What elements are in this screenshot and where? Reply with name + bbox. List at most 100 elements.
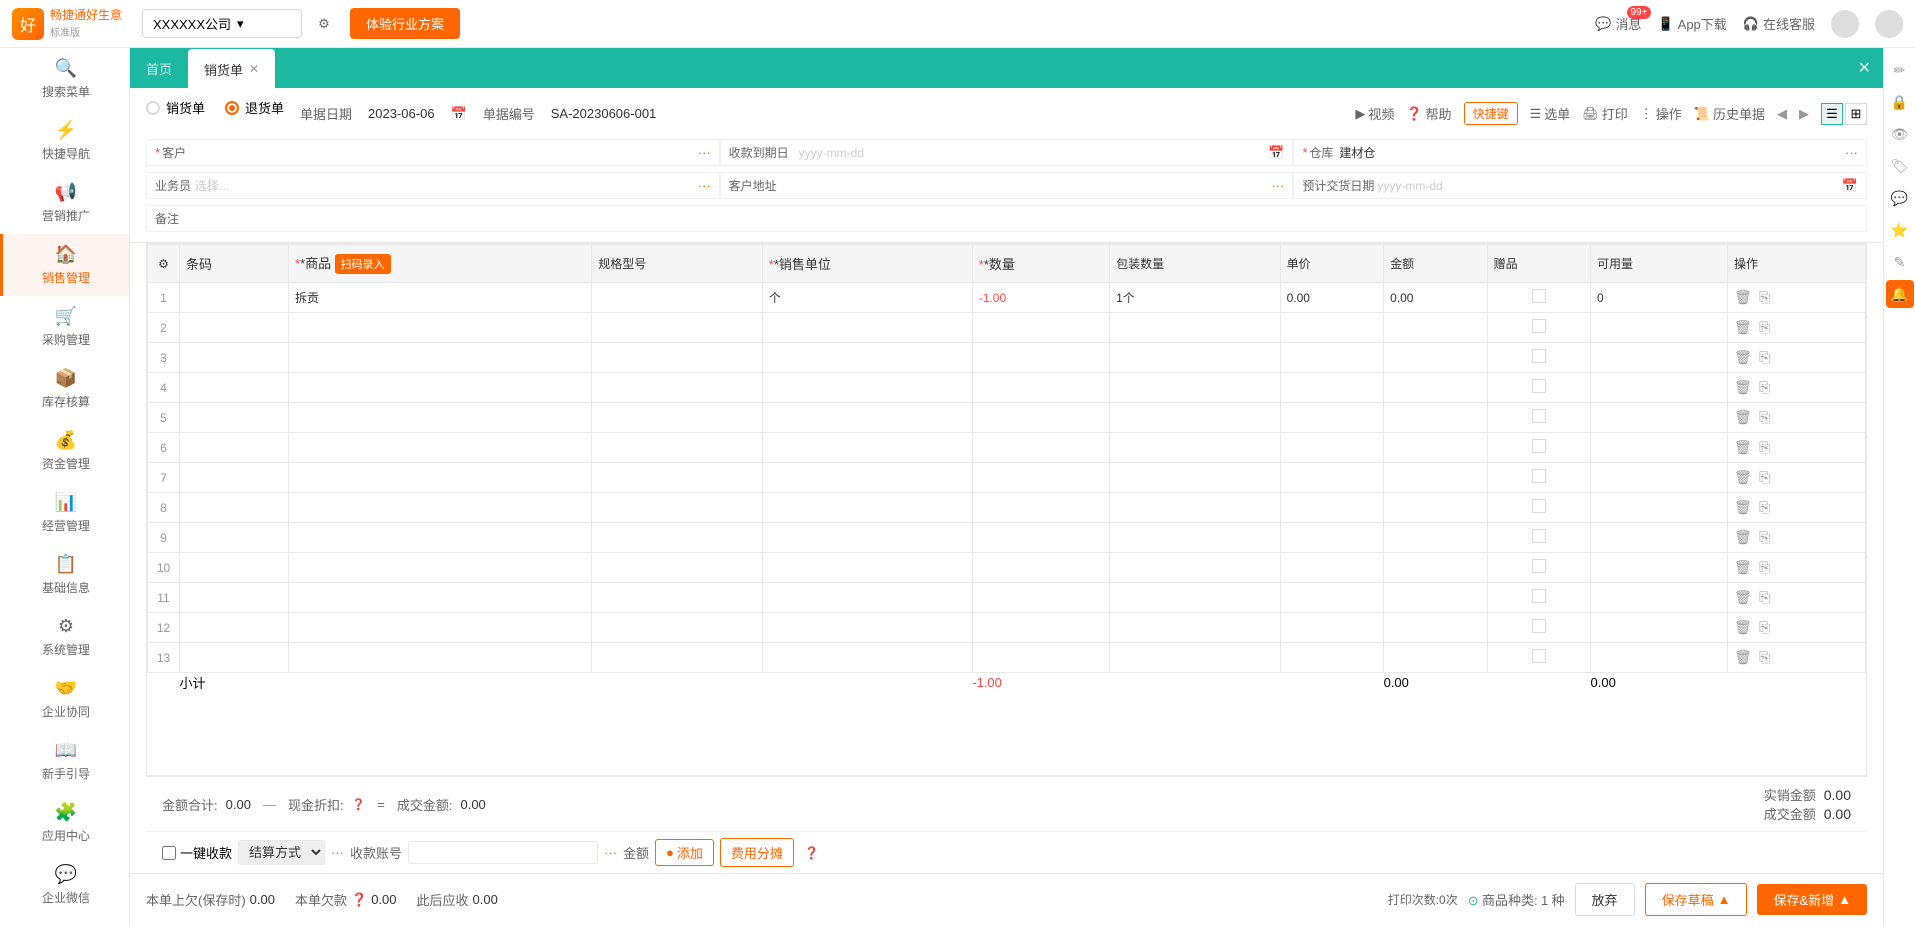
cell-quantity[interactable] [972, 433, 1109, 463]
cell-product[interactable] [289, 553, 592, 583]
cell-barcode[interactable] [180, 643, 289, 673]
cell-quantity[interactable] [972, 493, 1109, 523]
cell-amount[interactable] [1384, 403, 1487, 433]
account-input[interactable] [408, 841, 598, 864]
cell-unit-price[interactable] [1280, 553, 1383, 583]
cell-unit-price[interactable] [1280, 403, 1383, 433]
cell-gift[interactable] [1487, 613, 1590, 643]
delete-icon[interactable]: 🗑 [1734, 319, 1752, 335]
cell-barcode[interactable] [180, 463, 289, 493]
cell-barcode[interactable] [180, 613, 289, 643]
sidebar-item-enterprise[interactable]: 🤝 企业协同 [0, 668, 129, 730]
cell-gift[interactable] [1487, 283, 1590, 313]
cell-pack-qty[interactable] [1110, 343, 1281, 373]
cell-barcode[interactable] [180, 403, 289, 433]
cell-pack-qty[interactable] [1110, 463, 1281, 493]
cell-sales-unit[interactable] [762, 493, 972, 523]
app-download-btn[interactable]: 📱 App下载 [1657, 14, 1726, 33]
right-panel-pencil[interactable]: ✎ [1886, 248, 1914, 276]
cell-spec[interactable] [592, 373, 763, 403]
right-panel-tag[interactable]: 🏷 [1886, 152, 1914, 180]
cell-gift[interactable] [1487, 553, 1590, 583]
cell-gift[interactable] [1487, 463, 1590, 493]
cell-product[interactable] [289, 493, 592, 523]
delete-icon[interactable]: 🗑 [1734, 559, 1752, 575]
one-click-checkbox[interactable] [162, 846, 176, 860]
delete-icon[interactable]: 🗑 [1734, 289, 1752, 305]
cell-pack-qty[interactable] [1110, 433, 1281, 463]
question-icon-due[interactable]: ❓ [351, 892, 367, 908]
cell-unit-price[interactable] [1280, 583, 1383, 613]
scan-btn[interactable]: 扫码录入 [335, 254, 391, 274]
cell-barcode[interactable] [180, 343, 289, 373]
cell-sales-unit[interactable] [762, 343, 972, 373]
gift-checkbox[interactable] [1532, 349, 1546, 363]
cell-unit-price[interactable] [1280, 493, 1383, 523]
save-draft-btn[interactable]: 保存草稿 ▲ [1645, 883, 1748, 916]
gift-checkbox[interactable] [1532, 379, 1546, 393]
cell-amount[interactable] [1384, 553, 1487, 583]
cell-unit-price[interactable] [1280, 523, 1383, 553]
col-settings[interactable]: ⚙ [148, 245, 180, 283]
cell-sales-unit[interactable] [762, 613, 972, 643]
copy-icon[interactable]: ⎘ [1759, 289, 1770, 305]
gift-checkbox[interactable] [1532, 589, 1546, 603]
delete-icon[interactable]: 🗑 [1734, 589, 1752, 605]
warehouse-input[interactable]: 建材仓 [1339, 144, 1845, 161]
delete-icon[interactable]: 🗑 [1734, 379, 1752, 395]
right-panel-eye[interactable]: 👁 [1886, 120, 1914, 148]
addr-dots-icon[interactable]: ··· [1271, 178, 1284, 193]
gift-checkbox[interactable] [1532, 649, 1546, 663]
cell-gift[interactable] [1487, 343, 1590, 373]
add-btn[interactable]: ● 添加 [655, 839, 714, 866]
cell-barcode[interactable] [180, 583, 289, 613]
cell-sales-unit[interactable] [762, 643, 972, 673]
cell-pack-qty[interactable] [1110, 643, 1281, 673]
cell-gift[interactable] [1487, 403, 1590, 433]
cell-quantity[interactable] [972, 373, 1109, 403]
company-selector[interactable]: XXXXXX公司 ▾ [142, 9, 302, 38]
due-date-input[interactable]: yyyy-mm-dd [799, 146, 1268, 160]
cell-unit-price[interactable] [1280, 313, 1383, 343]
cell-amount[interactable] [1384, 583, 1487, 613]
cell-gift[interactable] [1487, 523, 1590, 553]
cell-spec[interactable] [592, 283, 763, 313]
cell-product[interactable] [289, 313, 592, 343]
expected-date-calendar-icon[interactable]: 📅 [1842, 178, 1858, 194]
cell-product[interactable] [289, 523, 592, 553]
cell-unit-price[interactable] [1280, 433, 1383, 463]
sidebar-item-guide[interactable]: 📖 新手引导 [0, 730, 129, 792]
next-icon[interactable]: ▶ [1799, 106, 1809, 122]
cell-product[interactable] [289, 343, 592, 373]
cell-quantity[interactable]: -1.00 [972, 283, 1109, 313]
cell-barcode[interactable] [180, 283, 289, 313]
cell-spec[interactable] [592, 313, 763, 343]
cell-spec[interactable] [592, 493, 763, 523]
cell-spec[interactable] [592, 613, 763, 643]
sidebar-item-operations[interactable]: 📊 经营管理 [0, 482, 129, 544]
gift-checkbox[interactable] [1532, 529, 1546, 543]
cell-pack-qty[interactable] [1110, 313, 1281, 343]
cell-gift[interactable] [1487, 643, 1590, 673]
question-icon-footer[interactable]: ❓ [804, 846, 819, 860]
sidebar-item-wechat[interactable]: 💬 企业微信 [0, 854, 129, 916]
cell-pack-qty[interactable] [1110, 553, 1281, 583]
delete-icon[interactable]: 🗑 [1734, 499, 1752, 515]
cell-quantity[interactable] [972, 643, 1109, 673]
sidebar-item-sales[interactable]: 🏠 销售管理 [0, 234, 129, 296]
cell-quantity[interactable] [972, 613, 1109, 643]
avatar[interactable] [1831, 10, 1859, 38]
cell-barcode[interactable] [180, 313, 289, 343]
cell-amount[interactable] [1384, 313, 1487, 343]
cell-barcode[interactable] [180, 433, 289, 463]
history-btn[interactable]: 📜历史单据 [1694, 104, 1765, 123]
delete-icon[interactable]: 🗑 [1734, 529, 1752, 545]
calendar-icon[interactable]: 📅 [451, 106, 467, 122]
cell-barcode[interactable] [180, 553, 289, 583]
cell-sales-unit[interactable] [762, 403, 972, 433]
delete-icon[interactable]: 🗑 [1734, 619, 1752, 635]
cell-product[interactable] [289, 463, 592, 493]
cell-sales-unit[interactable] [762, 523, 972, 553]
cell-barcode[interactable] [180, 493, 289, 523]
cell-product[interactable] [289, 433, 592, 463]
